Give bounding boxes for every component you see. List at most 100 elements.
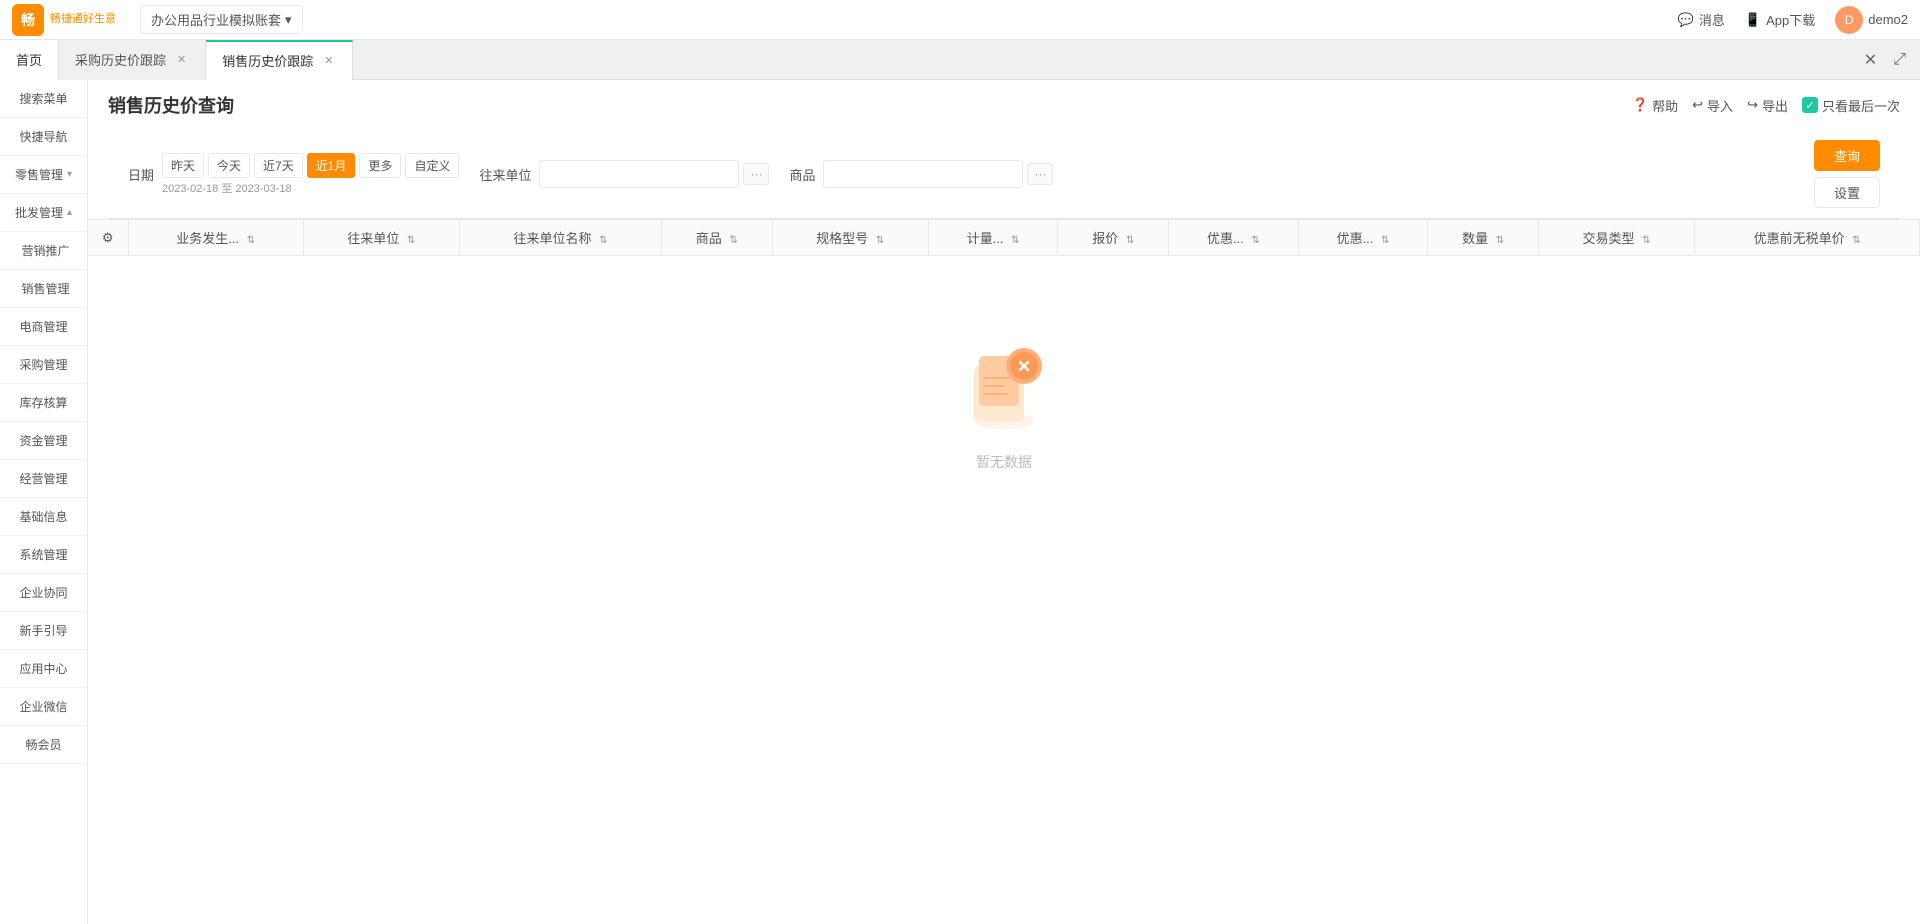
sidebar-item-finance-mgmt[interactable]: 资金管理 — [0, 422, 87, 460]
help-btn[interactable]: ❓ 帮助 — [1632, 96, 1678, 115]
tab-bar-right: ✕ ⤢ — [1860, 46, 1920, 74]
help-icon: ❓ — [1632, 97, 1648, 113]
tab-purchase-history[interactable]: 采购历史价跟踪 ✕ — [59, 40, 206, 80]
date-btn-7days[interactable]: 近7天 — [254, 153, 303, 178]
sidebar-item-ecommerce-mgmt[interactable]: 电商管理 — [0, 308, 87, 346]
sidebar-item-retail-mgmt[interactable]: 零售管理 ▾ — [0, 156, 87, 194]
partner-dots-btn[interactable]: ··· — [743, 163, 769, 185]
only-last-label: 只看最后一次 — [1822, 96, 1900, 115]
corp-wechat-label: 企业微信 — [19, 698, 67, 715]
close-window-btn[interactable]: ✕ — [1860, 46, 1881, 74]
date-btn-yesterday[interactable]: 昨天 — [162, 153, 204, 178]
th-trade-type[interactable]: 交易类型 ⇅ — [1538, 220, 1694, 256]
sidebar-item-basic-info[interactable]: 基础信息 — [0, 498, 87, 536]
app-download-action[interactable]: 📱 App下载 — [1745, 10, 1815, 29]
logo-area: 畅 畅捷通好生意 — [12, 4, 116, 36]
import-icon: ↩ — [1692, 97, 1703, 113]
finance-mgmt-label: 资金管理 — [19, 432, 67, 449]
sidebar: 搜索菜单 快捷导航 零售管理 ▾ 批发管理 ▴ 营销推广 销售管理 电商管理 采… — [0, 80, 88, 924]
tab-sales-history-close[interactable]: ✕ — [321, 53, 336, 68]
th-pretax-price[interactable]: 优惠前无税单价 ⇅ — [1695, 220, 1920, 256]
sidebar-item-sales-mgmt[interactable]: 销售管理 — [0, 270, 87, 308]
page-header: 销售历史价查询 ❓ 帮助 ↩ 导入 ↪ 导出 ✓ — [88, 80, 1920, 220]
settings-button[interactable]: 设置 — [1814, 177, 1880, 208]
tab-home[interactable]: 首页 — [0, 40, 59, 80]
quick-nav-label: 快捷导航 — [19, 128, 67, 145]
goods-input-group: ··· — [823, 160, 1053, 188]
import-btn[interactable]: ↩ 导入 — [1692, 96, 1733, 115]
search-menu-label: 搜索菜单 — [19, 90, 67, 107]
avatar: D — [1835, 6, 1863, 34]
only-last-checkbox[interactable]: ✓ 只看最后一次 — [1802, 96, 1900, 115]
table-header: ⚙ 业务发生... ⇅ 往来单位 ⇅ 往来单位名称 ⇅ 商品 ⇅ 规格型号 ⇅ … — [88, 220, 1920, 256]
basic-info-label: 基础信息 — [19, 508, 67, 525]
th-biz-date[interactable]: 业务发生... ⇅ — [128, 220, 303, 256]
partner-label: 往来单位 — [479, 165, 531, 184]
new-guide-label: 新手引导 — [19, 622, 67, 639]
sidebar-item-search-menu[interactable]: 搜索菜单 — [0, 80, 87, 118]
tab-sales-history[interactable]: 销售历史价跟踪 ✕ — [206, 40, 353, 80]
chevron-down-icon: ▾ — [285, 12, 292, 28]
th-discount2[interactable]: 优惠... ⇅ — [1298, 220, 1428, 256]
retail-mgmt-label: 零售管理 — [15, 166, 63, 183]
sidebar-item-corp-wechat[interactable]: 企业微信 — [0, 688, 87, 726]
filter-row: 日期 昨天 今天 近7天 近1月 更多 自定义 2023-02-18 至 202… — [108, 130, 1900, 219]
th-goods[interactable]: 商品 ⇅ — [661, 220, 772, 256]
sidebar-item-app-center[interactable]: 应用中心 — [0, 650, 87, 688]
data-table: ⚙ 业务发生... ⇅ 往来单位 ⇅ 往来单位名称 ⇅ 商品 ⇅ 规格型号 ⇅ … — [88, 220, 1920, 256]
message-action[interactable]: 💬 消息 — [1678, 10, 1725, 29]
date-range-text: 2023-02-18 至 2023-03-18 — [162, 180, 459, 196]
th-spec[interactable]: 规格型号 ⇅ — [772, 220, 928, 256]
th-partner-name[interactable]: 往来单位名称 ⇅ — [460, 220, 662, 256]
marketing-label: 营销推广 — [21, 242, 69, 259]
sidebar-item-members[interactable]: 畅会员 — [0, 726, 87, 764]
table-header-row: ⚙ 业务发生... ⇅ 往来单位 ⇅ 往来单位名称 ⇅ 商品 ⇅ 规格型号 ⇅ … — [88, 220, 1920, 256]
date-label: 日期 — [128, 165, 154, 184]
sidebar-item-wholesale-mgmt[interactable]: 批发管理 ▴ — [0, 194, 87, 232]
date-filter-group: 日期 昨天 今天 近7天 近1月 更多 自定义 2023-02-18 至 202… — [128, 153, 459, 196]
chevron-up-icon: ▴ — [67, 207, 72, 218]
sidebar-item-sys-mgmt[interactable]: 系统管理 — [0, 536, 87, 574]
app-center-label: 应用中心 — [19, 660, 67, 677]
content-area: 销售历史价查询 ❓ 帮助 ↩ 导入 ↪ 导出 ✓ — [88, 80, 1920, 924]
tab-purchase-history-label: 采购历史价跟踪 — [75, 50, 166, 69]
date-btn-more[interactable]: 更多 — [359, 153, 401, 178]
th-quote[interactable]: 报价 ⇅ — [1058, 220, 1169, 256]
inventory-label: 库存核算 — [19, 394, 67, 411]
sidebar-item-new-guide[interactable]: 新手引导 — [0, 612, 87, 650]
export-btn[interactable]: ↪ 导出 — [1747, 96, 1788, 115]
partner-filter-group: 往来单位 ··· — [479, 160, 769, 188]
sales-mgmt-label: 销售管理 — [21, 280, 69, 297]
th-discount1[interactable]: 优惠... ⇅ — [1169, 220, 1299, 256]
empty-illustration — [954, 336, 1054, 436]
maximize-btn[interactable]: ⤢ — [1889, 47, 1910, 73]
sys-mgmt-label: 系统管理 — [19, 546, 67, 563]
goods-filter-group: 商品 ··· — [789, 160, 1053, 188]
sidebar-item-corp-collab[interactable]: 企业协同 — [0, 574, 87, 612]
goods-dots-btn[interactable]: ··· — [1027, 163, 1053, 185]
th-unit[interactable]: 计量... ⇅ — [928, 220, 1058, 256]
help-label: 帮助 — [1652, 96, 1678, 115]
industry-selector[interactable]: 办公用品行业模拟账套 ▾ — [140, 5, 303, 34]
partner-input[interactable] — [539, 160, 739, 188]
page-title: 销售历史价查询 — [108, 92, 234, 118]
th-gear[interactable]: ⚙ — [88, 220, 128, 256]
sidebar-item-marketing[interactable]: 营销推广 — [0, 232, 87, 270]
tab-sales-history-label: 销售历史价跟踪 — [222, 51, 313, 70]
goods-label: 商品 — [789, 165, 815, 184]
goods-input[interactable] — [823, 160, 1023, 188]
query-button[interactable]: 查询 — [1814, 140, 1880, 171]
th-partner-code[interactable]: 往来单位 ⇅ — [303, 220, 459, 256]
sidebar-item-ops-mgmt[interactable]: 经营管理 — [0, 460, 87, 498]
date-btn-today[interactable]: 今天 — [208, 153, 250, 178]
th-qty[interactable]: 数量 ⇅ — [1428, 220, 1539, 256]
export-label: 导出 — [1762, 96, 1788, 115]
date-btn-custom[interactable]: 自定义 — [405, 153, 459, 178]
user-action[interactable]: D demo2 — [1835, 6, 1908, 34]
date-btn-1month[interactable]: 近1月 — [307, 153, 356, 178]
sidebar-item-quick-nav[interactable]: 快捷导航 — [0, 118, 87, 156]
tab-purchase-history-close[interactable]: ✕ — [174, 52, 189, 67]
sidebar-item-purchase-mgmt[interactable]: 采购管理 — [0, 346, 87, 384]
header-right: 💬 消息 📱 App下载 D demo2 — [1678, 6, 1908, 34]
sidebar-item-inventory[interactable]: 库存核算 — [0, 384, 87, 422]
